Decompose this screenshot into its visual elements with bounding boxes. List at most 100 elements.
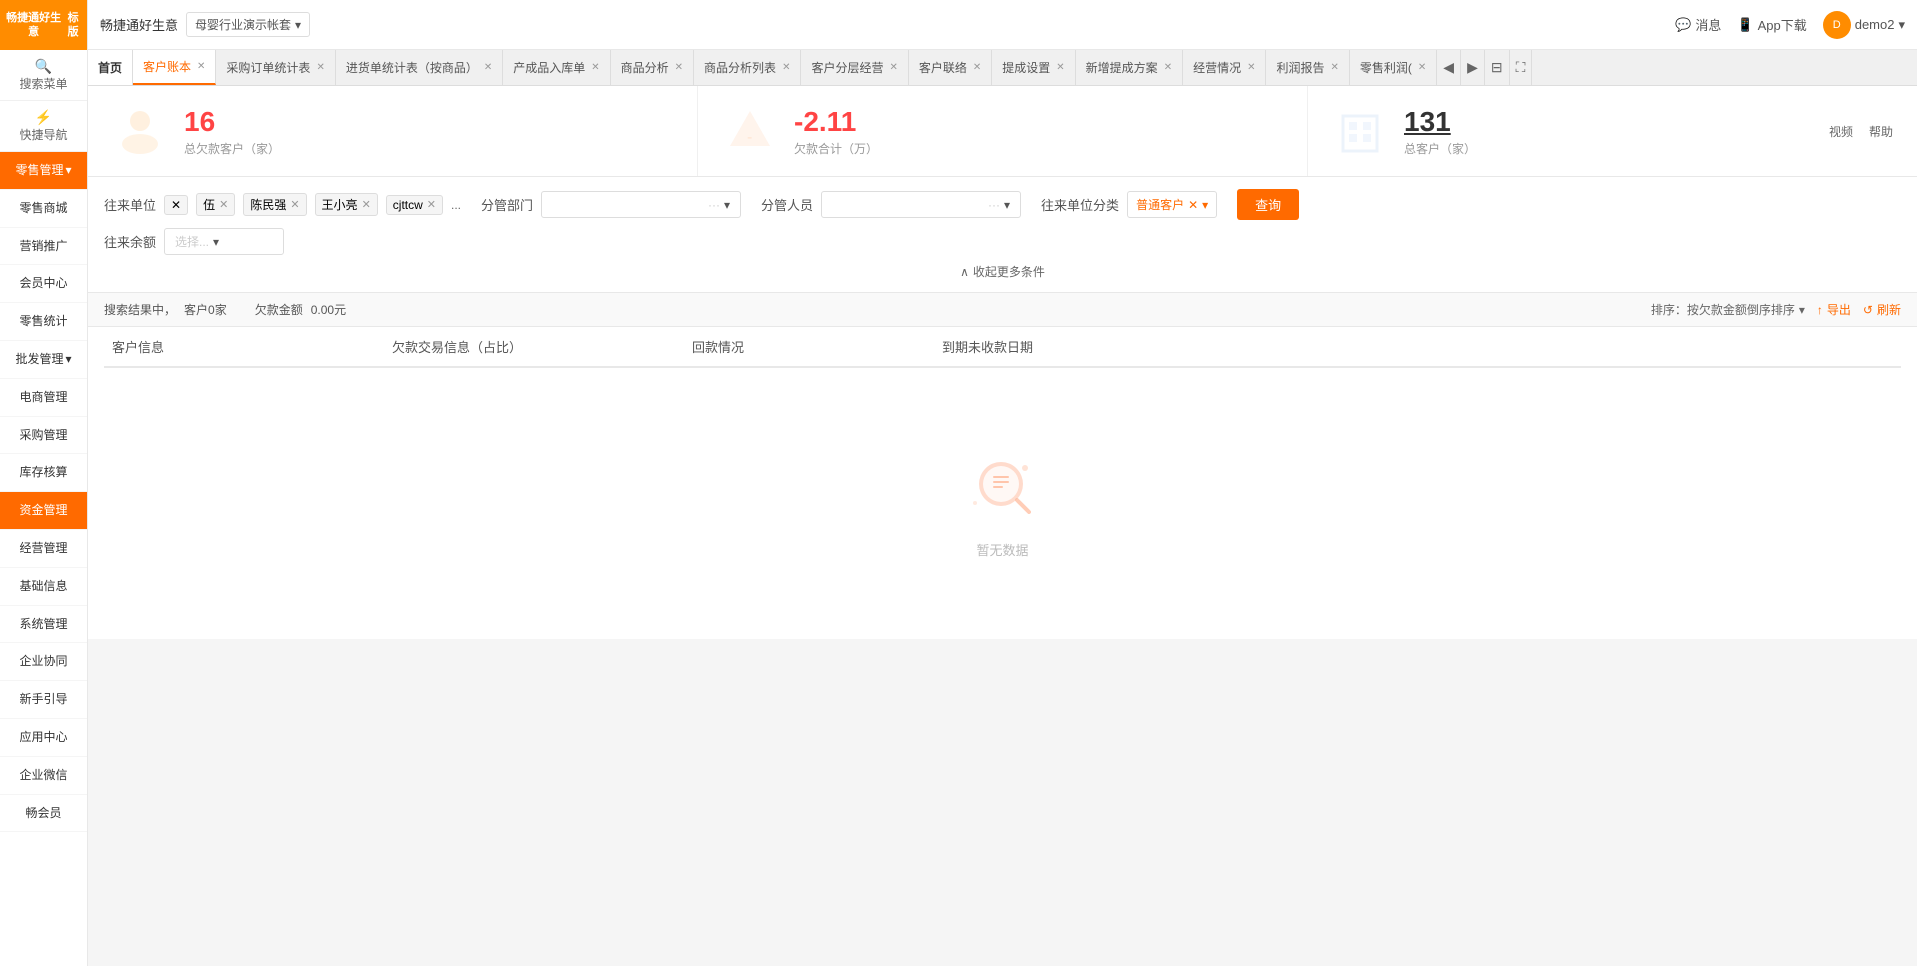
avatar: D xyxy=(1823,11,1851,39)
tab-instock_stats[interactable]: 进货单统计表（按商品） ✕ xyxy=(336,50,503,85)
sidebar-item-capital_mgmt[interactable]: 资金管理 xyxy=(0,492,87,530)
filter-person-label: 分管人员 xyxy=(761,195,813,214)
close-icon[interactable]: ✕ xyxy=(197,61,205,72)
filter-tag-wang-close[interactable]: ✕ xyxy=(362,198,371,211)
tabs-prev-button[interactable]: ◀ xyxy=(1437,50,1461,85)
dept-more-icon: ··· xyxy=(708,198,720,212)
query-button[interactable]: 查询 xyxy=(1237,189,1299,220)
filter-unit-label: 往来单位 xyxy=(104,195,156,214)
chevron-down-icon: ▾ xyxy=(295,18,301,32)
close-icon[interactable]: ✕ xyxy=(1056,62,1064,73)
col-due-date: 到期未收款日期 xyxy=(934,337,1901,356)
stat-label-customers: 总欠款客户（家） xyxy=(184,140,280,157)
close-icon[interactable]: ✕ xyxy=(782,62,790,73)
tabs-next-button[interactable]: ▶ xyxy=(1461,50,1485,85)
stat-value-total-customers: 131 xyxy=(1404,105,1476,139)
tabs-fullscreen-button[interactable]: ⛶ xyxy=(1510,50,1533,85)
filter-tag-x: ✕ xyxy=(164,195,188,215)
sidebar-item-newbie_guide[interactable]: 新手引导 xyxy=(0,681,87,719)
close-icon[interactable]: ✕ xyxy=(1331,62,1339,73)
video-button[interactable]: 视频 xyxy=(1829,123,1853,140)
tab-promotion_settings[interactable]: 提成设置 ✕ xyxy=(992,50,1075,85)
filter-unit-type-label: 往来单位分类 xyxy=(1041,195,1119,214)
dept-select[interactable]: ··· ▾ xyxy=(541,191,741,218)
filter-more-tags[interactable]: ... xyxy=(451,198,461,212)
sidebar-item-purchase_mgmt[interactable]: 采购管理 xyxy=(0,417,87,455)
collapse-filter-button[interactable]: ∧ 收起更多条件 xyxy=(104,263,1901,280)
close-icon[interactable]: ✕ xyxy=(889,62,897,73)
filter-tag-cjttcw-close[interactable]: ✕ xyxy=(427,198,436,211)
col-repayment: 回款情况 xyxy=(684,337,934,356)
debt-amount: 0.00元 xyxy=(311,301,346,318)
sidebar-item-retail_mgmt[interactable]: 零售管理 ▾ xyxy=(0,152,87,190)
search-result-left: 搜索结果中， 客户0家 欠款金额 0.00元 xyxy=(104,301,346,318)
topbar: 畅捷通好生意 母婴行业演示帐套 ▾ 💬 消息 📱 App下载 D demo2 ▾ xyxy=(88,0,1917,50)
sidebar-item-inventory_check[interactable]: 库存核算 xyxy=(0,454,87,492)
help-button[interactable]: 帮助 xyxy=(1869,123,1893,140)
topbar-left: 畅捷通好生意 母婴行业演示帐套 ▾ xyxy=(100,12,310,37)
stat-info-total-customers: 131 总客户（家） xyxy=(1404,105,1476,158)
sidebar-item-ecommerce_mgmt[interactable]: 电商管理 xyxy=(0,379,87,417)
close-icon[interactable]: ✕ xyxy=(484,62,492,73)
sidebar-item-member_center[interactable]: 会员中心 xyxy=(0,265,87,303)
sidebar-item-retail_stats[interactable]: 零售统计 xyxy=(0,303,87,341)
export-button[interactable]: ↑ 导出 xyxy=(1817,301,1851,318)
filter-row-1: 往来单位 ✕ 伍 ✕ 陈民强 ✕ 王小亮 ✕ cjttcw xyxy=(104,189,1901,220)
tab-cost_instock[interactable]: 产成品入库单 ✕ xyxy=(503,50,610,85)
tab-product_analysis_list[interactable]: 商品分析列表 ✕ xyxy=(694,50,801,85)
tabs-more-button[interactable]: ⊟ xyxy=(1485,50,1510,85)
stats-row: 16 总欠款客户（家） - -2.11 欠款合计（万） xyxy=(88,86,1917,177)
sidebar-item-retail_mall[interactable]: 零售商城 xyxy=(0,190,87,228)
tab-customer_segment[interactable]: 客户分层经营 ✕ xyxy=(801,50,908,85)
filter-tag-wu-close[interactable]: ✕ xyxy=(219,198,228,211)
empty-state: 暂无数据 xyxy=(104,368,1901,639)
close-icon[interactable]: ✕ xyxy=(1164,62,1172,73)
sidebar-item-enterprise_collab[interactable]: 企业协同 xyxy=(0,643,87,681)
sidebar-item-basic_info[interactable]: 基础信息 xyxy=(0,568,87,606)
sidebar-item-operations_mgmt[interactable]: 经营管理 xyxy=(0,530,87,568)
tab-retail_profit[interactable]: 零售利润( ✕ xyxy=(1350,50,1437,85)
search-result-right: 排序：按欠款金额倒序排序 ▾ ↑ 导出 ↺ 刷新 xyxy=(1651,301,1901,318)
sidebar-item-search_menu[interactable]: 🔍 搜索菜单 xyxy=(0,50,87,101)
message-button[interactable]: 💬 消息 xyxy=(1675,15,1721,34)
industry-dropdown[interactable]: 母婴行业演示帐套 ▾ xyxy=(186,12,310,37)
unit-type-select[interactable]: 普通客户 ✕ ▾ xyxy=(1127,191,1217,218)
tab-purchase_order[interactable]: 采购订单统计表 ✕ xyxy=(216,50,335,85)
sidebar-item-wholesale_mgmt[interactable]: 批发管理 ▾ xyxy=(0,341,87,379)
sidebar-item-app_center[interactable]: 应用中心 xyxy=(0,719,87,757)
sidebar-item-vip_member[interactable]: 畅会员 xyxy=(0,795,87,833)
tabs-bar: 首页 客户账本 ✕ 采购订单统计表 ✕ 进货单统计表（按商品） ✕ 产成品入库单… xyxy=(88,50,1917,86)
tab-customer_account[interactable]: 客户账本 ✕ xyxy=(133,50,216,85)
sidebar-item-marketing[interactable]: 营销推广 xyxy=(0,228,87,266)
person-select[interactable]: ··· ▾ xyxy=(821,191,1021,218)
close-icon[interactable]: ✕ xyxy=(973,62,981,73)
tab-profit_report[interactable]: 利润报告 ✕ xyxy=(1266,50,1349,85)
close-icon[interactable]: ✕ xyxy=(316,62,324,73)
sidebar-item-enterprise_wechat[interactable]: 企业微信 xyxy=(0,757,87,795)
balance-select[interactable]: 选择... ▾ xyxy=(164,228,284,255)
customer-count: 客户0家 xyxy=(184,301,227,318)
tab-home[interactable]: 首页 xyxy=(88,50,133,85)
tab-product_analysis[interactable]: 商品分析 ✕ xyxy=(611,50,694,85)
refresh-button[interactable]: ↺ 刷新 xyxy=(1863,301,1901,318)
app-download-button[interactable]: 📱 App下载 xyxy=(1737,15,1806,34)
close-icon[interactable]: ✕ xyxy=(591,62,599,73)
user-menu-button[interactable]: D demo2 ▾ xyxy=(1823,11,1905,39)
debt-label: 欠款金额 xyxy=(255,301,303,318)
chevron-up-icon: ∧ xyxy=(960,265,969,279)
close-icon[interactable]: ✕ xyxy=(675,62,683,73)
download-icon: 📱 xyxy=(1737,17,1753,33)
filter-tag-chen-close[interactable]: ✕ xyxy=(290,198,299,211)
stat-label-total-customers: 总客户（家） xyxy=(1404,140,1476,157)
filter-tag-wang: 王小亮 ✕ xyxy=(315,193,378,216)
tab-operation_status[interactable]: 经营情况 ✕ xyxy=(1183,50,1266,85)
tab-customer_contact[interactable]: 客户联络 ✕ xyxy=(909,50,992,85)
sidebar-item-system_mgmt[interactable]: 系统管理 xyxy=(0,606,87,644)
tab-new_promotion_plan[interactable]: 新增提成方案 ✕ xyxy=(1076,50,1183,85)
close-icon[interactable]: ✕ xyxy=(1418,62,1426,73)
sidebar-item-quick_nav[interactable]: ⚡ 快捷导航 xyxy=(0,101,87,152)
sort-button[interactable]: 排序：按欠款金额倒序排序 ▾ xyxy=(1651,301,1805,318)
search-result-bar: 搜索结果中， 客户0家 欠款金额 0.00元 排序：按欠款金额倒序排序 ▾ ↑ … xyxy=(88,293,1917,327)
unit-type-clear[interactable]: ✕ xyxy=(1188,198,1198,212)
close-icon[interactable]: ✕ xyxy=(1247,62,1255,73)
